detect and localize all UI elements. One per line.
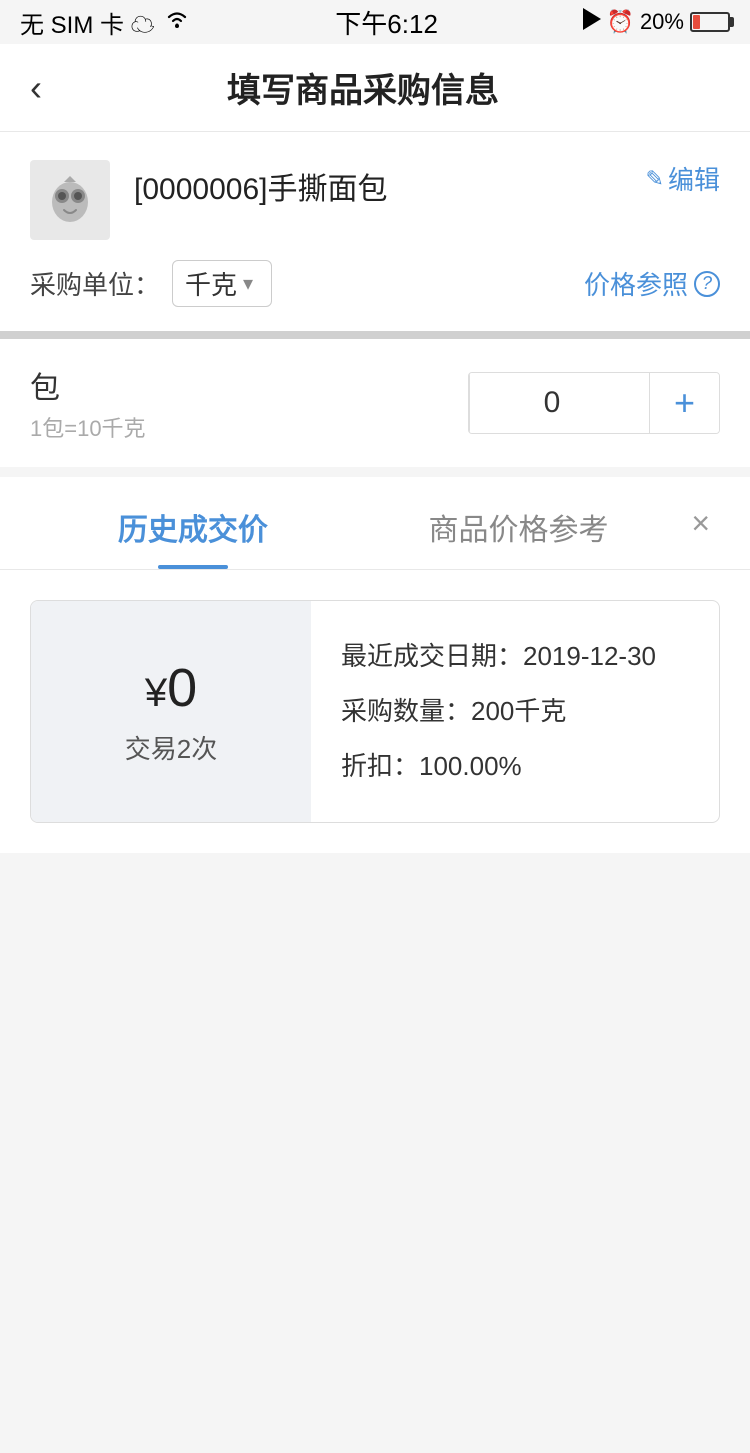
product-section: [0000006]手撕面包 ✎ 编辑 采购单位： 千克 ▾ 价格参照 ? [0,132,750,331]
edit-button[interactable]: ✎ 编辑 [646,160,720,197]
product-top-row: [0000006]手撕面包 ✎ 编辑 [30,160,720,240]
price-ref-info-icon: ? [694,271,720,297]
status-left: 无 SIM 卡 ☁ [20,5,191,40]
page-title: 填写商品采购信息 [62,63,664,112]
quantity-unit: 包 [30,363,146,407]
quantity-label-area: 包 1包=10千克 [30,363,146,443]
unit-select-dropdown[interactable]: 千克 ▾ [172,260,272,307]
edit-label: 编辑 [668,160,720,197]
quantity-sub-note: 1包=10千克 [30,411,146,443]
status-time: 下午6:12 [335,4,438,41]
product-name: [0000006]手撕面包 [134,164,387,208]
quantity-control: + [468,372,720,434]
price-display: ¥0 [145,657,197,719]
signal-text: 无 SIM 卡 ☁ [20,5,155,40]
unit-label: 采购单位： [30,265,160,302]
discount-label: 折扣： [341,751,419,781]
history-price-card: ¥0 交易2次 最近成交日期：2019-12-30 采购数量：200千克 折扣：… [30,600,720,823]
discount-row: 折扣：100.00% [341,747,689,786]
tab-history-price[interactable]: 历史成交价 [30,477,356,569]
unit-section: 采购单位： 千克 ▾ [30,260,272,307]
trade-count: 交易2次 [125,729,217,766]
recent-date-label: 最近成交日期： [341,641,523,671]
product-info-left: [0000006]手撕面包 [30,160,387,240]
product-thumbnail [30,160,110,240]
page-header: ‹ 填写商品采购信息 [0,44,750,132]
back-button[interactable]: ‹ [30,67,42,109]
tab-price-reference[interactable]: 商品价格参考 [356,477,682,569]
price-ref-label: 价格参照 [584,265,688,302]
dropdown-arrow-icon: ▾ [243,271,253,296]
alarm-icon: ⏰ [607,9,634,35]
tabs-close-button[interactable]: × [681,485,720,562]
card-price-summary: ¥0 交易2次 [31,601,311,822]
section-divider [0,331,750,339]
tabs-header: 历史成交价 商品价格参考 × [0,477,750,570]
purchase-quantity-row: 采购数量：200千克 [341,692,689,731]
discount-value: 100.00% [419,751,522,781]
recent-date-value: 2019-12-30 [523,641,656,671]
battery-percent: 20% [640,9,684,35]
quantity-section: 包 1包=10千克 + [0,339,750,467]
location-icon [583,8,601,36]
status-right: ⏰ 20% [583,8,730,36]
edit-icon: ✎ [646,166,664,192]
price-reference-button[interactable]: 价格参照 ? [584,265,720,302]
price-number: 0 [167,658,197,718]
unit-value: 千克 [185,265,237,302]
tabs-panel: 历史成交价 商品价格参考 × ¥0 交易2次 最近成交日期：2019-12-30… [0,477,750,853]
wifi-icon [163,8,191,36]
recent-date-row: 最近成交日期：2019-12-30 [341,637,689,676]
status-bar: 无 SIM 卡 ☁ 下午6:12 ⏰ 20% [0,0,750,44]
bottom-space [0,853,750,1453]
quantity-detail-label: 采购数量： [341,696,471,726]
quantity-detail-value: 200千克 [471,696,566,726]
yen-symbol: ¥ [145,671,167,715]
battery-icon [690,12,730,32]
quantity-plus-button[interactable]: + [649,373,719,433]
card-details: 最近成交日期：2019-12-30 采购数量：200千克 折扣：100.00% [311,601,719,822]
owl-logo-svg [40,170,100,230]
product-bottom-row: 采购单位： 千克 ▾ 价格参照 ? [30,260,720,307]
quantity-input[interactable] [469,373,649,433]
tab-content-history: ¥0 交易2次 最近成交日期：2019-12-30 采购数量：200千克 折扣：… [0,570,750,853]
